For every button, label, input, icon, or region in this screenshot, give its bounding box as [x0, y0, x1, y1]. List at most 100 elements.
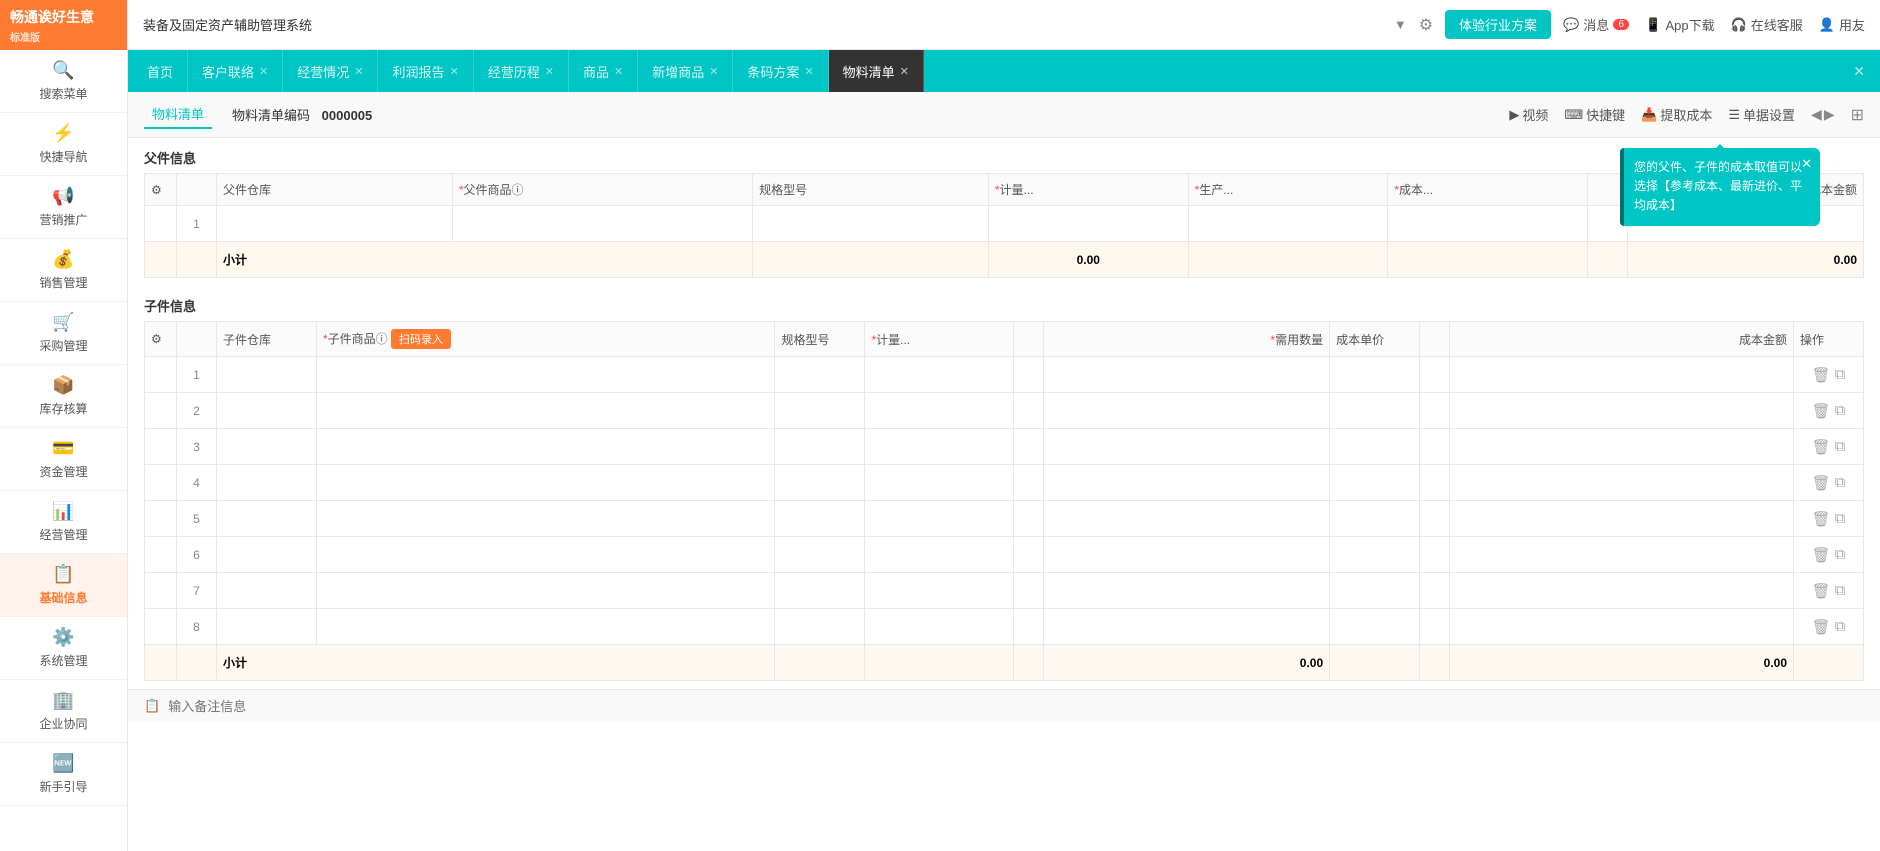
sidebar-item-enterprise[interactable]: 🏢 企业协同	[0, 680, 127, 743]
topbar-settings-icon[interactable]: ⚙	[1419, 15, 1433, 35]
parent-row1-production[interactable]	[1188, 206, 1388, 242]
delete-icon[interactable]: 🗑	[1812, 402, 1831, 420]
delete-icon[interactable]: 🗑	[1812, 366, 1831, 384]
sub-tab-bom[interactable]: 物料清单	[144, 100, 212, 129]
child-col-quantity-unit: *计量...	[865, 322, 1013, 357]
copy-icon[interactable]: ⧉	[1835, 474, 1846, 492]
parent-row1-spec[interactable]	[753, 206, 989, 242]
child-col-extra	[1013, 322, 1043, 357]
view-btn[interactable]: ▶ 视频	[1509, 105, 1548, 124]
table-row: 1 🗑⧉	[145, 357, 1864, 393]
tab-goods[interactable]: 商品 ✕	[569, 50, 638, 92]
sub-header-right: ▶ 视频 ⌨ 快捷键 📥 提取成本 ☰ 单据设置 ◀ ▶	[1509, 105, 1864, 125]
megaphone-icon: 📢	[52, 186, 74, 207]
note-input[interactable]	[168, 699, 1864, 714]
copy-icon[interactable]: ⧉	[1835, 510, 1846, 528]
delete-icon[interactable]: 🗑	[1812, 438, 1831, 456]
online-service-item[interactable]: 🎧 在线客服	[1731, 15, 1803, 34]
tab-customer-close[interactable]: ✕	[259, 65, 268, 78]
sidebar-label-sales: 销售管理	[39, 274, 87, 291]
tab-goods-label: 商品	[583, 62, 609, 81]
tab-new-goods-close[interactable]: ✕	[709, 65, 718, 78]
copy-icon[interactable]: ⧉	[1835, 618, 1846, 636]
tab-goods-close[interactable]: ✕	[614, 65, 623, 78]
sidebar-item-inventory[interactable]: 📦 库存核算	[0, 365, 127, 428]
child-section-title: 子件信息	[128, 286, 1880, 321]
tooltip-close-btn[interactable]: ✕	[1801, 154, 1812, 175]
table-row: 3 🗑⧉	[145, 429, 1864, 465]
sidebar-item-system[interactable]: ⚙️ 系统管理	[0, 617, 127, 680]
table-row: 2 🗑⧉	[145, 393, 1864, 429]
sidebar-item-marketing[interactable]: 📢 营销推广	[0, 176, 127, 239]
sidebar-item-quick-nav[interactable]: ⚡ 快捷导航	[0, 113, 127, 176]
tab-home[interactable]: 首页	[133, 50, 188, 92]
delete-icon[interactable]: 🗑	[1812, 582, 1831, 600]
grid-view-icon[interactable]: ⊞	[1851, 105, 1864, 125]
parent-row1-quantity[interactable]	[988, 206, 1188, 242]
tooltip-bubble: ✕ 您的父件、子件的成本取值可以选择【参考成本、最新进价、平均成本】	[1620, 148, 1820, 226]
sidebar-item-basic[interactable]: 📋 基础信息	[0, 554, 127, 617]
child-col-settings[interactable]: ⚙	[145, 322, 177, 357]
gear-icon: ⚙️	[52, 627, 74, 648]
sidebar-item-guide[interactable]: 🆕 新手引导	[0, 743, 127, 806]
cost-icon: 📥	[1641, 107, 1657, 123]
delete-icon[interactable]: 🗑	[1812, 474, 1831, 492]
parent-row1-warehouse[interactable]	[217, 206, 453, 242]
sidebar-item-purchase[interactable]: 🛒 采购管理	[0, 302, 127, 365]
parent-col-settings[interactable]: ⚙	[145, 174, 177, 206]
sidebar-item-finance[interactable]: 💳 资金管理	[0, 428, 127, 491]
parent-col-production: *生产...	[1188, 174, 1388, 206]
cost-btn[interactable]: 📥 提取成本	[1641, 105, 1712, 124]
tab-bom[interactable]: 物料清单 ✕	[829, 50, 924, 92]
arrow-left[interactable]: ◀	[1811, 106, 1822, 123]
copy-icon[interactable]: ⧉	[1835, 438, 1846, 456]
tab-operation-history-label: 经营历程	[488, 62, 540, 81]
tab-customer[interactable]: 客户联络 ✕	[188, 50, 283, 92]
app-download-item[interactable]: 📱 App下载	[1645, 15, 1714, 34]
child-col-spec: 规格型号	[775, 322, 865, 357]
content-area: 物料清单 物料清单编码 0000005 ▶ 视频 ⌨ 快捷键 📥 提取成本	[128, 92, 1880, 851]
parent-col-warehouse: 父件仓库	[217, 174, 453, 206]
tab-operation-status-close[interactable]: ✕	[354, 65, 363, 78]
tab-operation-status[interactable]: 经营情况 ✕	[283, 50, 378, 92]
delete-icon[interactable]: 🗑	[1812, 510, 1831, 528]
parent-col-quantity: *计量...	[988, 174, 1188, 206]
sidebar-item-search[interactable]: 🔍 搜索菜单	[0, 50, 127, 113]
copy-icon[interactable]: ⧉	[1835, 546, 1846, 564]
message-item[interactable]: 💬 消息 6	[1563, 15, 1629, 34]
parent-table-wrapper: ⚙ 父件仓库 *父件商品ⓘ 规格型号 *计量... *生产... *成本... …	[128, 173, 1880, 278]
tab-barcode-close[interactable]: ✕	[804, 65, 813, 78]
copy-icon[interactable]: ⧉	[1835, 366, 1846, 384]
tab-new-goods[interactable]: 新增商品 ✕	[638, 50, 733, 92]
delete-icon[interactable]: 🗑	[1812, 546, 1831, 564]
app-download-label: App下载	[1665, 15, 1714, 34]
logo-text: 畅通诶好生意	[10, 7, 94, 27]
tab-bom-close[interactable]: ✕	[900, 65, 909, 78]
scan-button[interactable]: 扫码录入	[391, 329, 451, 349]
copy-icon[interactable]: ⧉	[1835, 582, 1846, 600]
single-setting-btn[interactable]: ☰ 单据设置	[1728, 105, 1795, 124]
shortcut-btn[interactable]: ⌨ 快捷键	[1564, 105, 1625, 124]
tab-profit-close[interactable]: ✕	[450, 65, 459, 78]
user-item[interactable]: 👤 用友	[1819, 15, 1865, 34]
copy-icon[interactable]: ⧉	[1835, 402, 1846, 420]
sidebar-item-sales[interactable]: 💰 销售管理	[0, 239, 127, 302]
parent-subtotal-num	[177, 242, 217, 278]
tab-operation-history[interactable]: 经营历程 ✕	[474, 50, 569, 92]
tab-barcode-label: 条码方案	[747, 62, 799, 81]
tab-profit[interactable]: 利润报告 ✕	[378, 50, 473, 92]
trial-button[interactable]: 体验行业方案	[1445, 10, 1551, 39]
child-col-unit-cost: 成本单价	[1330, 322, 1420, 357]
delete-icon[interactable]: 🗑	[1812, 618, 1831, 636]
parent-row1-cost[interactable]	[1388, 206, 1588, 242]
tab-operation-history-close[interactable]: ✕	[545, 65, 554, 78]
tooltip-text: 您的父件、子件的成本取值可以选择【参考成本、最新进价、平均成本】	[1634, 160, 1802, 212]
close-all-tabs[interactable]: ✕	[1843, 63, 1875, 80]
sidebar-item-operation[interactable]: 📊 经营管理	[0, 491, 127, 554]
parent-row1-product[interactable]	[452, 206, 752, 242]
tab-barcode[interactable]: 条码方案 ✕	[733, 50, 828, 92]
child-subtotal-needed-qty: 0.00	[1043, 645, 1330, 681]
nav-arrows: ◀ ▶	[1811, 106, 1835, 123]
arrow-right[interactable]: ▶	[1824, 106, 1835, 123]
topbar-dropdown-icon[interactable]: ▼	[1394, 17, 1407, 32]
